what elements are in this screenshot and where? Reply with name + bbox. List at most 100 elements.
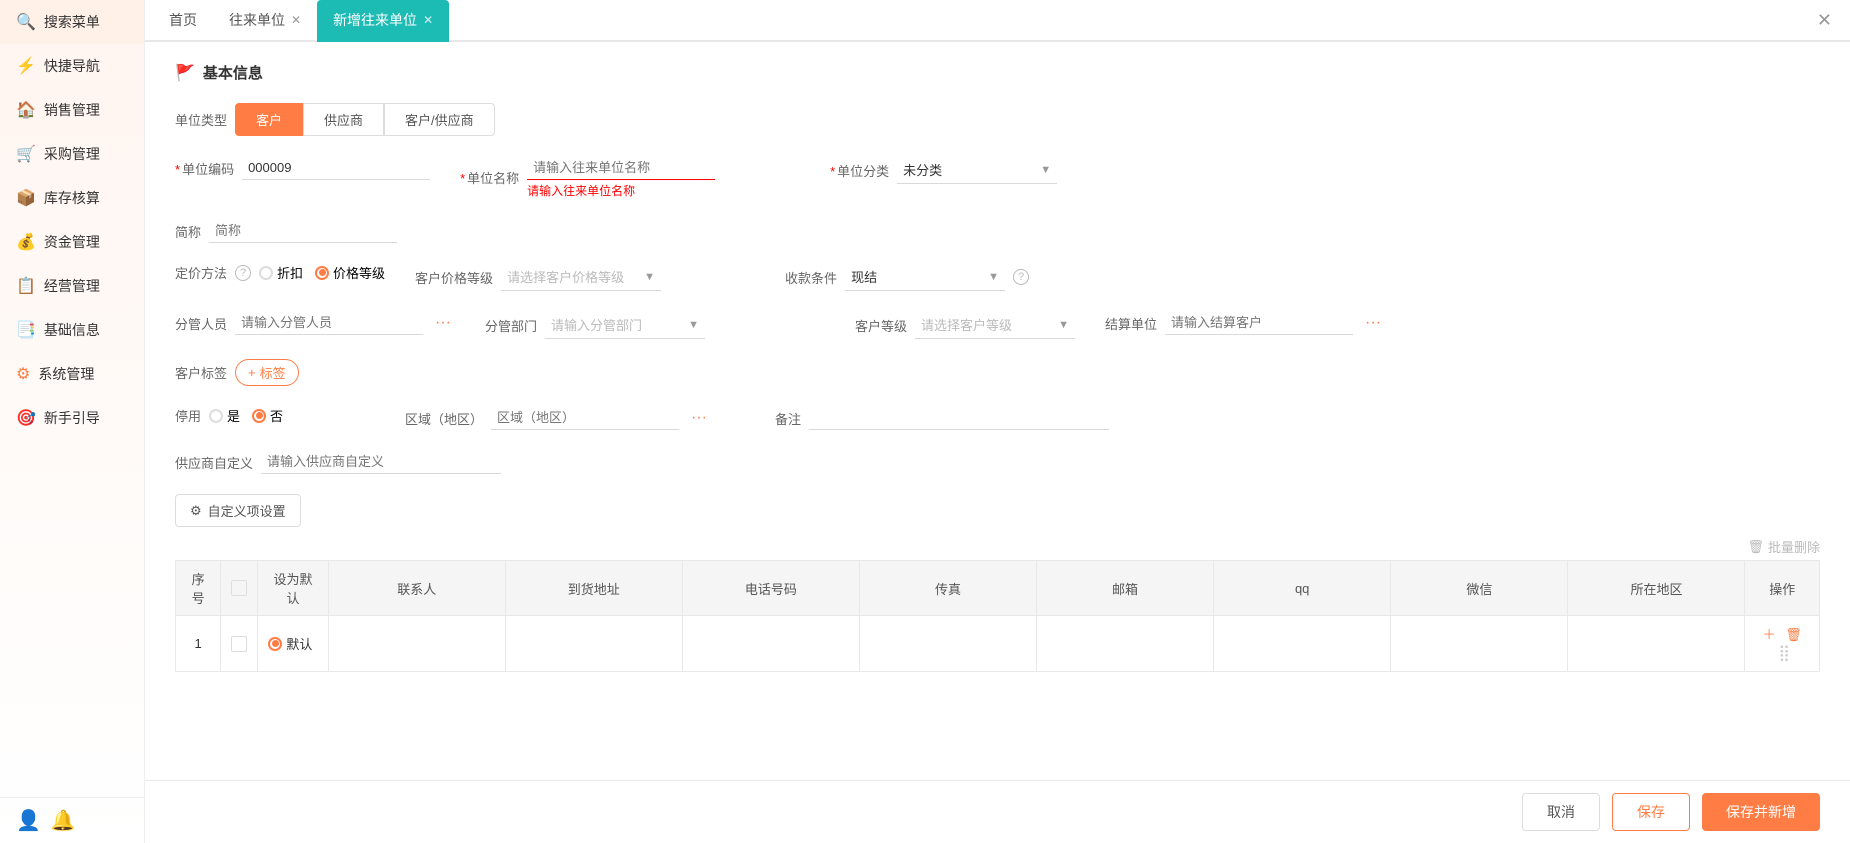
add-tag-button[interactable]: + 标签 xyxy=(235,359,299,386)
radio-discount[interactable]: 折扣 xyxy=(259,263,303,282)
row-region-input[interactable] xyxy=(1578,636,1734,651)
row-default-radio[interactable]: 默认 xyxy=(268,634,317,653)
radio-yes[interactable]: 是 xyxy=(209,406,240,425)
save-button[interactable]: 保存 xyxy=(1612,793,1690,831)
radio-no-label: 否 xyxy=(270,406,283,425)
supervisor-input[interactable] xyxy=(235,311,423,335)
sidebar-item-sales[interactable]: 🏠 销售管理 xyxy=(0,88,144,132)
row-fax[interactable] xyxy=(859,616,1036,672)
unit-name-label: 单位名称 xyxy=(460,168,519,187)
region-group: 区域（地区） ··· xyxy=(405,406,745,430)
region-input[interactable] xyxy=(491,406,679,430)
remark-input[interactable] xyxy=(809,406,1109,430)
sidebar-item-search[interactable]: 🔍 搜索菜单 xyxy=(0,0,144,44)
row-checkbox[interactable] xyxy=(231,636,247,652)
form-footer: 取消 保存 保存并新增 xyxy=(145,780,1850,843)
tab-new-partner-label: 新增往来单位 xyxy=(333,10,417,30)
unit-category-select[interactable]: 未分类 ▼ xyxy=(897,156,1057,184)
email-input[interactable] xyxy=(1047,636,1203,651)
phone-input[interactable] xyxy=(693,636,849,651)
row-region[interactable] xyxy=(1568,616,1745,672)
settlement-input[interactable] xyxy=(1165,311,1353,335)
row-qq[interactable] xyxy=(1214,616,1391,672)
pricing-label: 定价方法 xyxy=(175,263,227,282)
doc-icon: 📑 xyxy=(16,320,36,340)
row-contact[interactable] xyxy=(328,616,505,672)
unit-code-input[interactable] xyxy=(242,156,430,180)
unit-name-input[interactable] xyxy=(527,156,715,180)
row-add-icon[interactable]: ＋ xyxy=(1763,627,1776,642)
target-icon: 🎯 xyxy=(16,408,36,428)
sidebar-item-quicknav[interactable]: ⚡ 快捷导航 xyxy=(0,44,144,88)
tab-home[interactable]: 首页 xyxy=(153,0,213,42)
settlement-more-icon[interactable]: ··· xyxy=(1361,314,1385,332)
sidebar-item-operation[interactable]: 📋 经营管理 xyxy=(0,264,144,308)
remark-label: 备注 xyxy=(775,409,801,428)
unit-category-label: 单位分类 xyxy=(830,161,889,180)
dept-placeholder: 请输入分管部门 xyxy=(551,315,642,334)
collection-terms-info-icon[interactable]: ? xyxy=(1013,269,1029,285)
row-phone[interactable] xyxy=(682,616,859,672)
sidebar-item-finance[interactable]: 💰 资金管理 xyxy=(0,220,144,264)
radio-grade[interactable]: 价格等级 xyxy=(315,263,385,282)
supplier-custom-input[interactable] xyxy=(261,450,501,474)
quick-nav-icon: ⚡ xyxy=(16,56,36,76)
batch-delete-label[interactable]: 批量删除 xyxy=(1768,537,1820,556)
sidebar-item-basic[interactable]: 📑 基础信息 xyxy=(0,308,144,352)
table-header-checkbox xyxy=(221,561,258,616)
sidebar-item-inventory[interactable]: 📦 库存核算 xyxy=(0,176,144,220)
radio-yes-label: 是 xyxy=(227,406,240,425)
type-btn-customer[interactable]: 客户 xyxy=(235,103,303,136)
customer-price-select[interactable]: 请选择客户价格等级 ▼ xyxy=(501,263,661,291)
settings-icon: ⚙ xyxy=(190,503,202,519)
save-new-button[interactable]: 保存并新增 xyxy=(1702,793,1820,831)
collection-terms-select[interactable]: 现结 ▼ xyxy=(845,263,1005,291)
user-icon: 👤 xyxy=(16,808,41,833)
table-header-action: 操作 xyxy=(1745,561,1820,616)
address-input[interactable] xyxy=(516,636,672,651)
dept-select[interactable]: 请输入分管部门 ▼ xyxy=(545,311,705,339)
tab-new-partner[interactable]: 新增往来单位 ✕ xyxy=(317,0,449,42)
customer-grade-select[interactable]: 请选择客户等级 ▼ xyxy=(915,311,1075,339)
radio-no[interactable]: 否 xyxy=(252,406,283,425)
tab-partner-close[interactable]: ✕ xyxy=(291,13,301,27)
wechat-input[interactable] xyxy=(1401,636,1557,651)
row-index: 1 xyxy=(176,616,221,672)
radio-yes-circle xyxy=(209,409,223,423)
tab-new-partner-close[interactable]: ✕ xyxy=(423,13,433,27)
tab-partner[interactable]: 往来单位 ✕ xyxy=(213,0,317,42)
sidebar-item-purchase[interactable]: 🛒 采购管理 xyxy=(0,132,144,176)
region-label: 区域（地区） xyxy=(405,409,483,428)
window-close-button[interactable]: ✕ xyxy=(1807,10,1842,31)
row-wechat[interactable] xyxy=(1391,616,1568,672)
fax-input[interactable] xyxy=(870,636,1026,651)
qq-input[interactable] xyxy=(1224,636,1380,651)
select-all-checkbox[interactable] xyxy=(231,580,247,596)
custom-settings-button[interactable]: ⚙ 自定义项设置 xyxy=(175,494,301,527)
type-button-group: 客户 供应商 客户/供应商 xyxy=(235,103,495,136)
sidebar-item-system[interactable]: ⚙ 系统管理 xyxy=(0,352,144,396)
unit-code-group: 单位编码 xyxy=(175,156,430,180)
customer-grade-placeholder: 请选择客户等级 xyxy=(921,315,1012,334)
table-header-address: 到货地址 xyxy=(505,561,682,616)
sidebar-item-newbie[interactable]: 🎯 新手引导 xyxy=(0,396,144,440)
sidebar-item-label: 库存核算 xyxy=(44,188,100,208)
row-drag-icon[interactable]: ⣿ xyxy=(1778,645,1790,662)
table-header-contact: 联系人 xyxy=(328,561,505,616)
customer-price-placeholder: 请选择客户价格等级 xyxy=(507,267,624,286)
pricing-info-icon[interactable]: ? xyxy=(235,265,251,281)
type-btn-supplier[interactable]: 供应商 xyxy=(303,103,384,136)
row-email[interactable] xyxy=(1036,616,1213,672)
cancel-button[interactable]: 取消 xyxy=(1522,793,1600,831)
contact-input[interactable] xyxy=(339,636,495,651)
row-address[interactable] xyxy=(505,616,682,672)
region-more-icon[interactable]: ··· xyxy=(687,409,711,427)
supervisor-more-icon[interactable]: ··· xyxy=(431,314,455,332)
unit-category-group: 单位分类 未分类 ▼ xyxy=(830,156,1057,184)
tab-home-label: 首页 xyxy=(169,10,197,30)
row-delete-icon[interactable]: 🗑 xyxy=(1785,627,1802,642)
abbr-input[interactable] xyxy=(209,219,397,243)
type-btn-both[interactable]: 客户/供应商 xyxy=(384,103,495,136)
customer-price-group: 客户价格等级 请选择客户价格等级 ▼ xyxy=(415,263,755,291)
gear-icon: ⚙ xyxy=(16,364,30,384)
